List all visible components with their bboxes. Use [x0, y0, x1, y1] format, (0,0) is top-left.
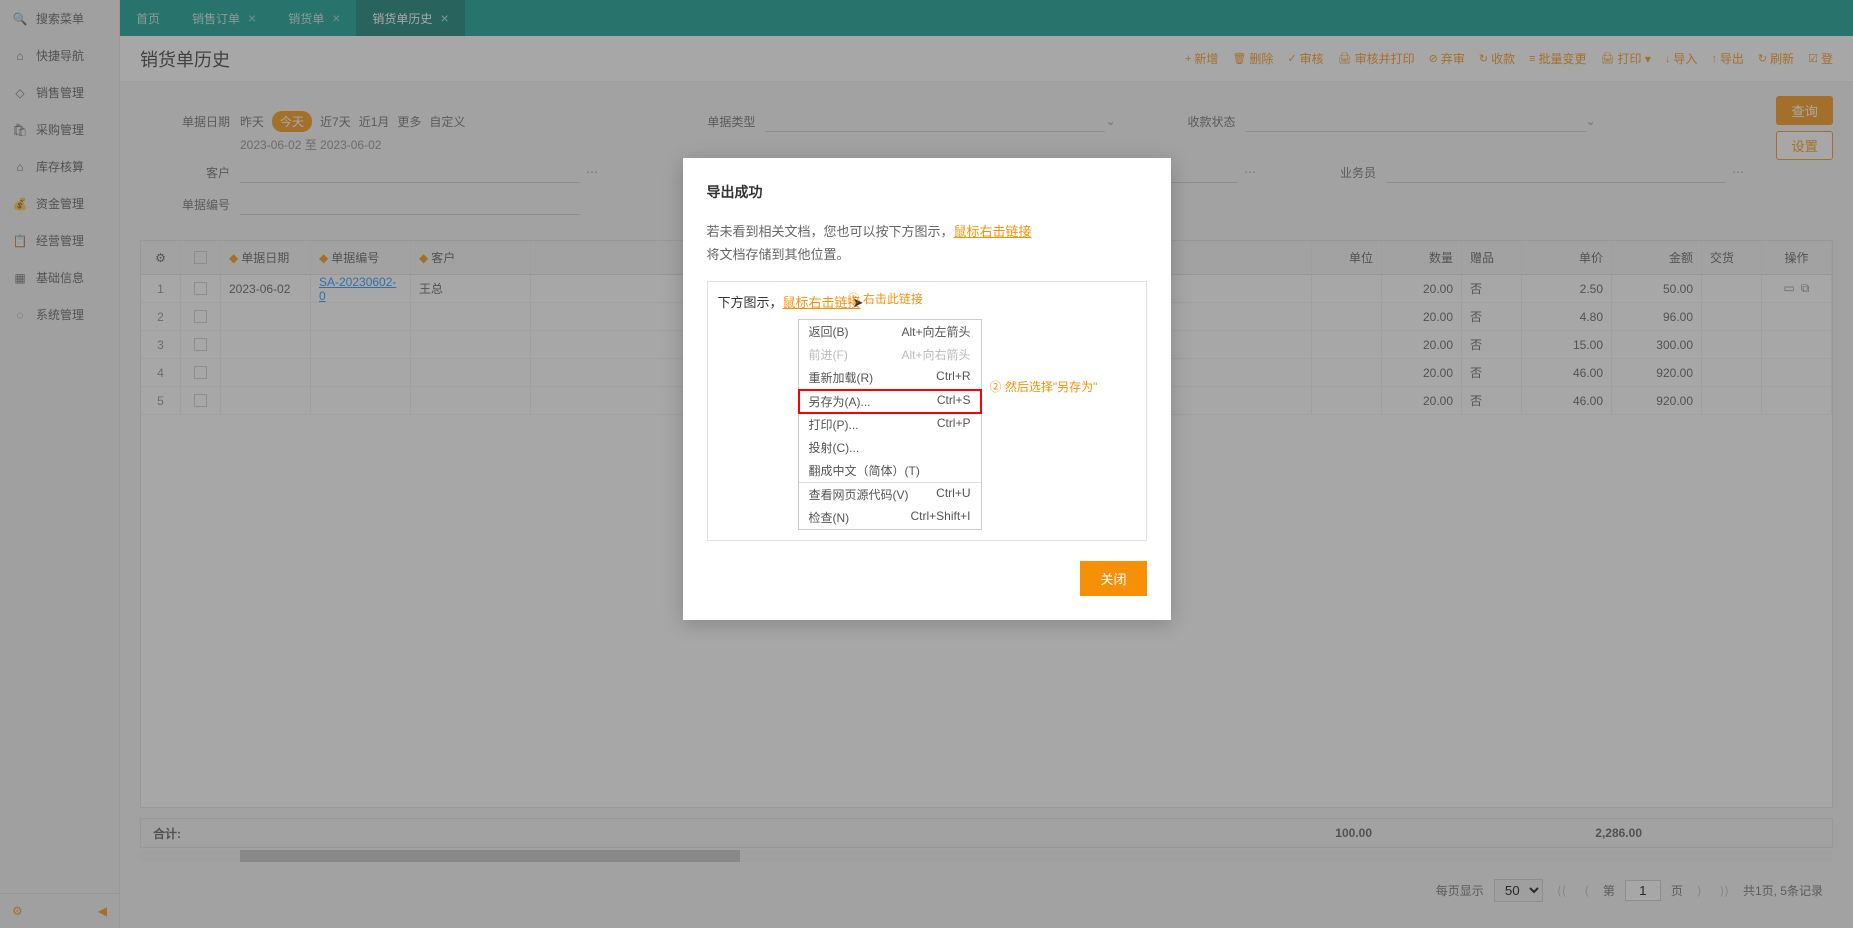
modal-description: 若未看到相关文档，您也可以按下方图示，鼠标右击链接 将文档存储到其他位置。 — [707, 220, 1147, 267]
hint-save-as: ② 然后选择"另存为" — [990, 378, 1098, 395]
context-menu-item: 返回(B)Alt+向左箭头 — [799, 320, 981, 343]
hint-right-click: ① 右击此链接 — [848, 290, 923, 307]
right-click-link[interactable]: 鼠标右击链接 — [954, 224, 1032, 239]
close-button[interactable]: 关闭 — [1080, 561, 1146, 596]
illustration-text: 下方图示，鼠标右击链接➤ — [718, 292, 1136, 311]
context-menu-item: 打印(P)...Ctrl+P — [799, 413, 981, 436]
context-menu-item: 另存为(A)...Ctrl+S — [799, 390, 981, 413]
modal-title: 导出成功 — [707, 182, 1147, 202]
context-menu-item: 投射(C)... — [799, 436, 981, 459]
context-menu-item: 检查(N)Ctrl+Shift+I — [799, 506, 981, 529]
illustration-box: ① 右击此链接 下方图示，鼠标右击链接➤ 返回(B)Alt+向左箭头前进(F)A… — [707, 281, 1147, 541]
context-menu-illustration: 返回(B)Alt+向左箭头前进(F)Alt+向右箭头重新加载(R)Ctrl+R另… — [798, 319, 982, 530]
context-menu-item: 前进(F)Alt+向右箭头 — [799, 343, 981, 366]
context-menu-item: 翻成中文（简体）(T) — [799, 459, 981, 482]
context-menu-item: 重新加载(R)Ctrl+R — [799, 366, 981, 389]
context-menu-item: 查看网页源代码(V)Ctrl+U — [799, 483, 981, 506]
export-success-modal: 导出成功 若未看到相关文档，您也可以按下方图示，鼠标右击链接 将文档存储到其他位… — [683, 158, 1171, 620]
